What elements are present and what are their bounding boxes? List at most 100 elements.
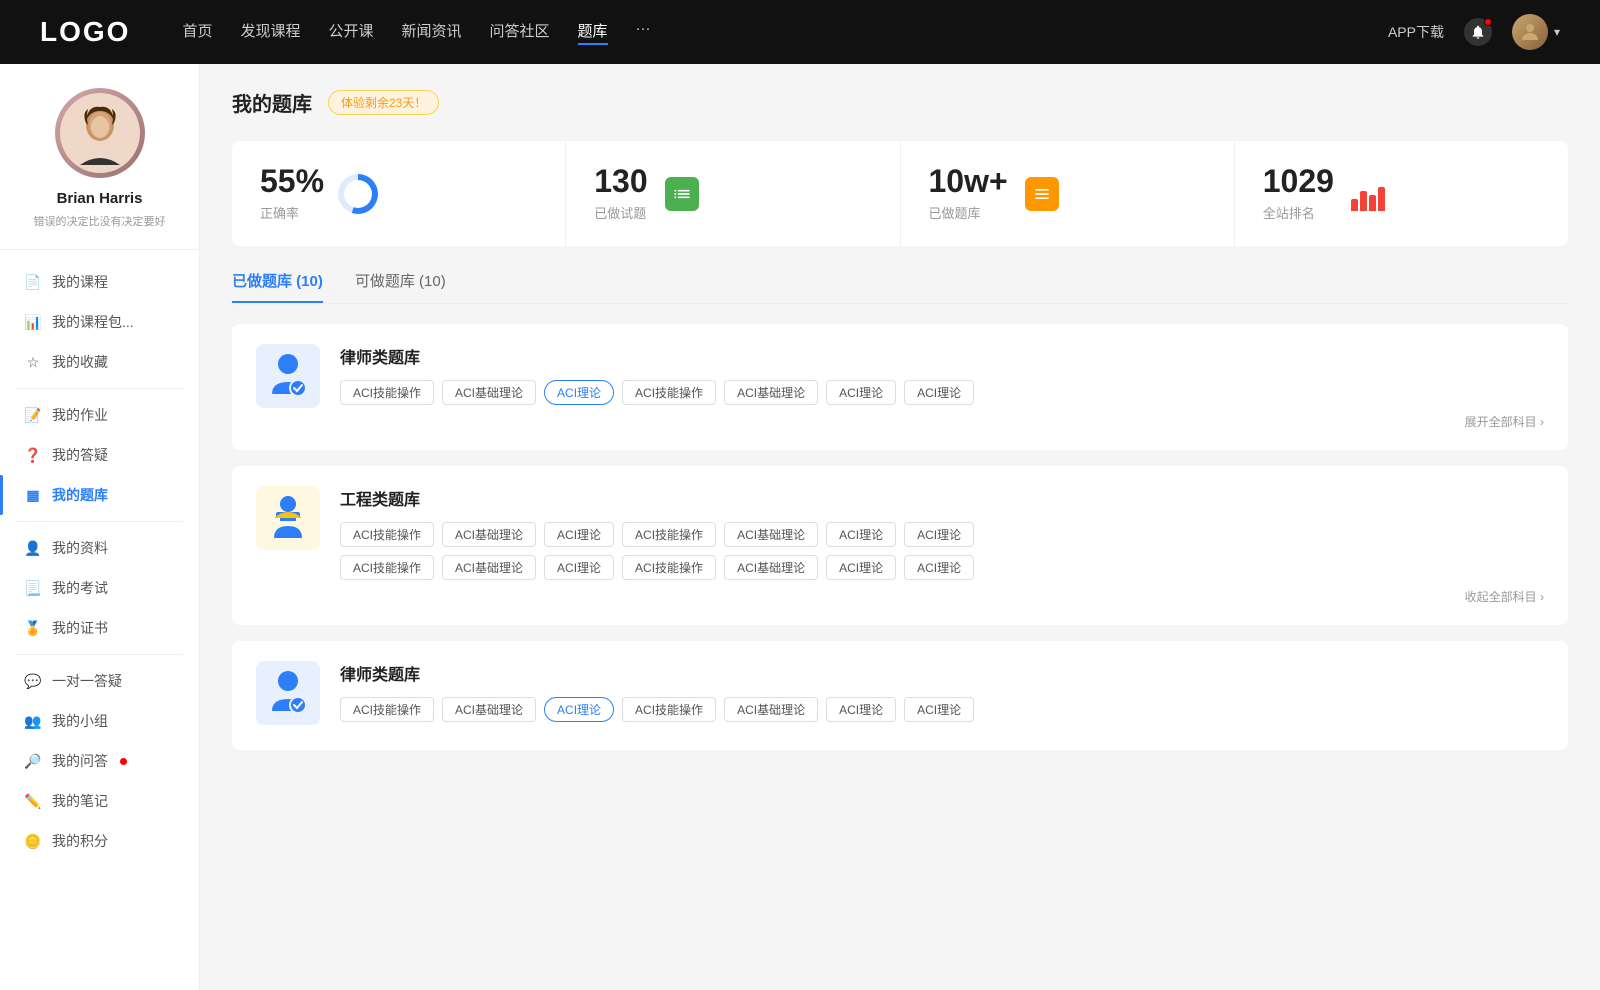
sidebar-item-one-on-one[interactable]: 💬 一对一答疑: [0, 661, 199, 701]
tag-2-r2-4[interactable]: ACI技能操作: [622, 555, 716, 580]
sidebar-item-questionbank[interactable]: ▦ 我的题库: [0, 475, 199, 515]
sidebar-label-questionbank: 我的题库: [52, 485, 108, 505]
app-download-button[interactable]: APP下载: [1388, 22, 1444, 42]
avatar-icon: [1518, 20, 1542, 44]
tag-2-3[interactable]: ACI理论: [544, 522, 614, 547]
list-yellow-bg: [1025, 177, 1059, 211]
tag-2-r2-3[interactable]: ACI理论: [544, 555, 614, 580]
bank-card-1-content: 律师类题库 ACI技能操作 ACI基础理论 ACI理论 ACI技能操作 ACI基…: [340, 344, 1544, 430]
sidebar-menu: 📄 我的课程 📊 我的课程包... ☆ 我的收藏 📝 我的作业 ❓ 我的答疑 ▦: [0, 262, 199, 861]
stat-done-questions: 130 已做试题: [566, 141, 900, 246]
stat-accuracy-value: 55%: [260, 165, 324, 197]
nav-right: APP下载 ▾: [1388, 14, 1560, 50]
tag-2-r2-2[interactable]: ACI基础理论: [442, 555, 536, 580]
page-header: 我的题库 体验剩余23天！: [232, 88, 1568, 117]
collapse-link-2[interactable]: 收起全部科目 ›: [340, 588, 1544, 605]
bank-card-3-header: 律师类题库 ACI技能操作 ACI基础理论 ACI理论 ACI技能操作 ACI基…: [256, 661, 1544, 730]
tag-1-5[interactable]: ACI基础理论: [724, 380, 818, 405]
bank-icon: [1032, 184, 1052, 204]
tag-1-7[interactable]: ACI理论: [904, 380, 974, 405]
stat-done-banks-text: 10w+ 已做题库: [929, 165, 1008, 222]
star-icon: ☆: [24, 353, 42, 371]
tag-2-r2-5[interactable]: ACI基础理论: [724, 555, 818, 580]
sidebar-label-certificates: 我的证书: [52, 618, 108, 638]
avatar-image: [60, 93, 140, 173]
sidebar-item-groups[interactable]: 👥 我的小组: [0, 701, 199, 741]
tag-2-r2-6[interactable]: ACI理论: [826, 555, 896, 580]
sidebar-item-courses[interactable]: 📄 我的课程: [0, 262, 199, 302]
tag-3-3[interactable]: ACI理论: [544, 697, 614, 722]
tag-2-6[interactable]: ACI理论: [826, 522, 896, 547]
grid-icon: ▦: [24, 486, 42, 504]
tag-2-4[interactable]: ACI技能操作: [622, 522, 716, 547]
stat-ranking-value: 1029: [1263, 165, 1334, 197]
stat-ranking-label: 全站排名: [1263, 203, 1334, 222]
tag-2-2[interactable]: ACI基础理论: [442, 522, 536, 547]
sidebar-item-certificates[interactable]: 🏅 我的证书: [0, 608, 199, 648]
tag-3-1[interactable]: ACI技能操作: [340, 697, 434, 722]
stat-ranking-text: 1029 全站排名: [1263, 165, 1334, 222]
tag-3-7[interactable]: ACI理论: [904, 697, 974, 722]
tag-2-1[interactable]: ACI技能操作: [340, 522, 434, 547]
sidebar-label-packages: 我的课程包...: [52, 312, 134, 332]
tag-2-5[interactable]: ACI基础理论: [724, 522, 818, 547]
bar3: [1369, 195, 1376, 211]
bar-chart-icon: [1348, 174, 1388, 214]
sidebar-item-my-questions[interactable]: 🔎 我的问答: [0, 741, 199, 781]
stat-done-banks: 10w+ 已做题库: [901, 141, 1235, 246]
tag-2-r2-7[interactable]: ACI理论: [904, 555, 974, 580]
expand-link-1[interactable]: 展开全部科目 ›: [340, 413, 1544, 430]
tab-done-banks[interactable]: 已做题库 (10): [232, 270, 323, 303]
nav-qa[interactable]: 问答社区: [490, 20, 550, 45]
sidebar-item-homework[interactable]: 📝 我的作业: [0, 395, 199, 435]
stat-done-questions-label: 已做试题: [594, 203, 647, 222]
tag-2-r2-1[interactable]: ACI技能操作: [340, 555, 434, 580]
avatar: [1512, 14, 1548, 50]
divider-3: [16, 654, 183, 655]
sidebar-profile: Brian Harris 错误的决定比没有决定要好: [0, 88, 199, 250]
tag-3-6[interactable]: ACI理论: [826, 697, 896, 722]
pencil-icon: ✏️: [24, 792, 42, 810]
sidebar-label-homework: 我的作业: [52, 405, 108, 425]
tag-1-4[interactable]: ACI技能操作: [622, 380, 716, 405]
tab-available-banks[interactable]: 可做题库 (10): [355, 270, 446, 303]
sidebar-item-points[interactable]: 🪙 我的积分: [0, 821, 199, 861]
tag-3-2[interactable]: ACI基础理论: [442, 697, 536, 722]
stat-done-questions-value: 130: [594, 165, 647, 197]
sidebar-item-answers[interactable]: ❓ 我的答疑: [0, 435, 199, 475]
sidebar-item-profile[interactable]: 👤 我的资料: [0, 528, 199, 568]
tag-1-6[interactable]: ACI理论: [826, 380, 896, 405]
sidebar-item-favorites[interactable]: ☆ 我的收藏: [0, 342, 199, 382]
tag-1-1[interactable]: ACI技能操作: [340, 380, 434, 405]
sidebar-label-exams: 我的考试: [52, 578, 108, 598]
nav-home[interactable]: 首页: [182, 20, 212, 45]
tag-3-5[interactable]: ACI基础理论: [724, 697, 818, 722]
tag-1-3[interactable]: ACI理论: [544, 380, 614, 405]
top-navigation: LOGO 首页 发现课程 公开课 新闻资讯 问答社区 题库 ··· APP下载 …: [0, 0, 1600, 64]
nav-more[interactable]: ···: [636, 20, 651, 45]
tag-3-4[interactable]: ACI技能操作: [622, 697, 716, 722]
bank-tabs: 已做题库 (10) 可做题库 (10): [232, 270, 1568, 304]
sidebar-item-course-packages[interactable]: 📊 我的课程包...: [0, 302, 199, 342]
bar2: [1360, 191, 1367, 211]
sidebar-label-one-on-one: 一对一答疑: [52, 671, 122, 691]
notification-bell[interactable]: [1464, 18, 1492, 46]
nav-opencourse[interactable]: 公开课: [328, 20, 373, 45]
sidebar-label-courses: 我的课程: [52, 272, 108, 292]
tag-2-7[interactable]: ACI理论: [904, 522, 974, 547]
nav-questionbank[interactable]: 题库: [578, 20, 608, 45]
tag-1-2[interactable]: ACI基础理论: [442, 380, 536, 405]
doc2-icon: 📃: [24, 579, 42, 597]
nav-discover[interactable]: 发现课程: [240, 20, 300, 45]
stat-ranking: 1029 全站排名: [1235, 141, 1568, 246]
sidebar-label-notes: 我的笔记: [52, 791, 108, 811]
engineer-icon: [264, 492, 312, 544]
lawyer-icon-3: [264, 667, 312, 719]
sidebar-item-notes[interactable]: ✏️ 我的笔记: [0, 781, 199, 821]
main-content: 我的题库 体验剩余23天！ 55% 正确率 130 已做试题: [200, 64, 1600, 990]
bank-card-2-header: 工程类题库 ACI技能操作 ACI基础理论 ACI理论 ACI技能操作 ACI基…: [256, 486, 1544, 605]
nav-news[interactable]: 新闻资讯: [402, 20, 462, 45]
edit-icon: 📝: [24, 406, 42, 424]
user-avatar-button[interactable]: ▾: [1512, 14, 1560, 50]
sidebar-item-exams[interactable]: 📃 我的考试: [0, 568, 199, 608]
